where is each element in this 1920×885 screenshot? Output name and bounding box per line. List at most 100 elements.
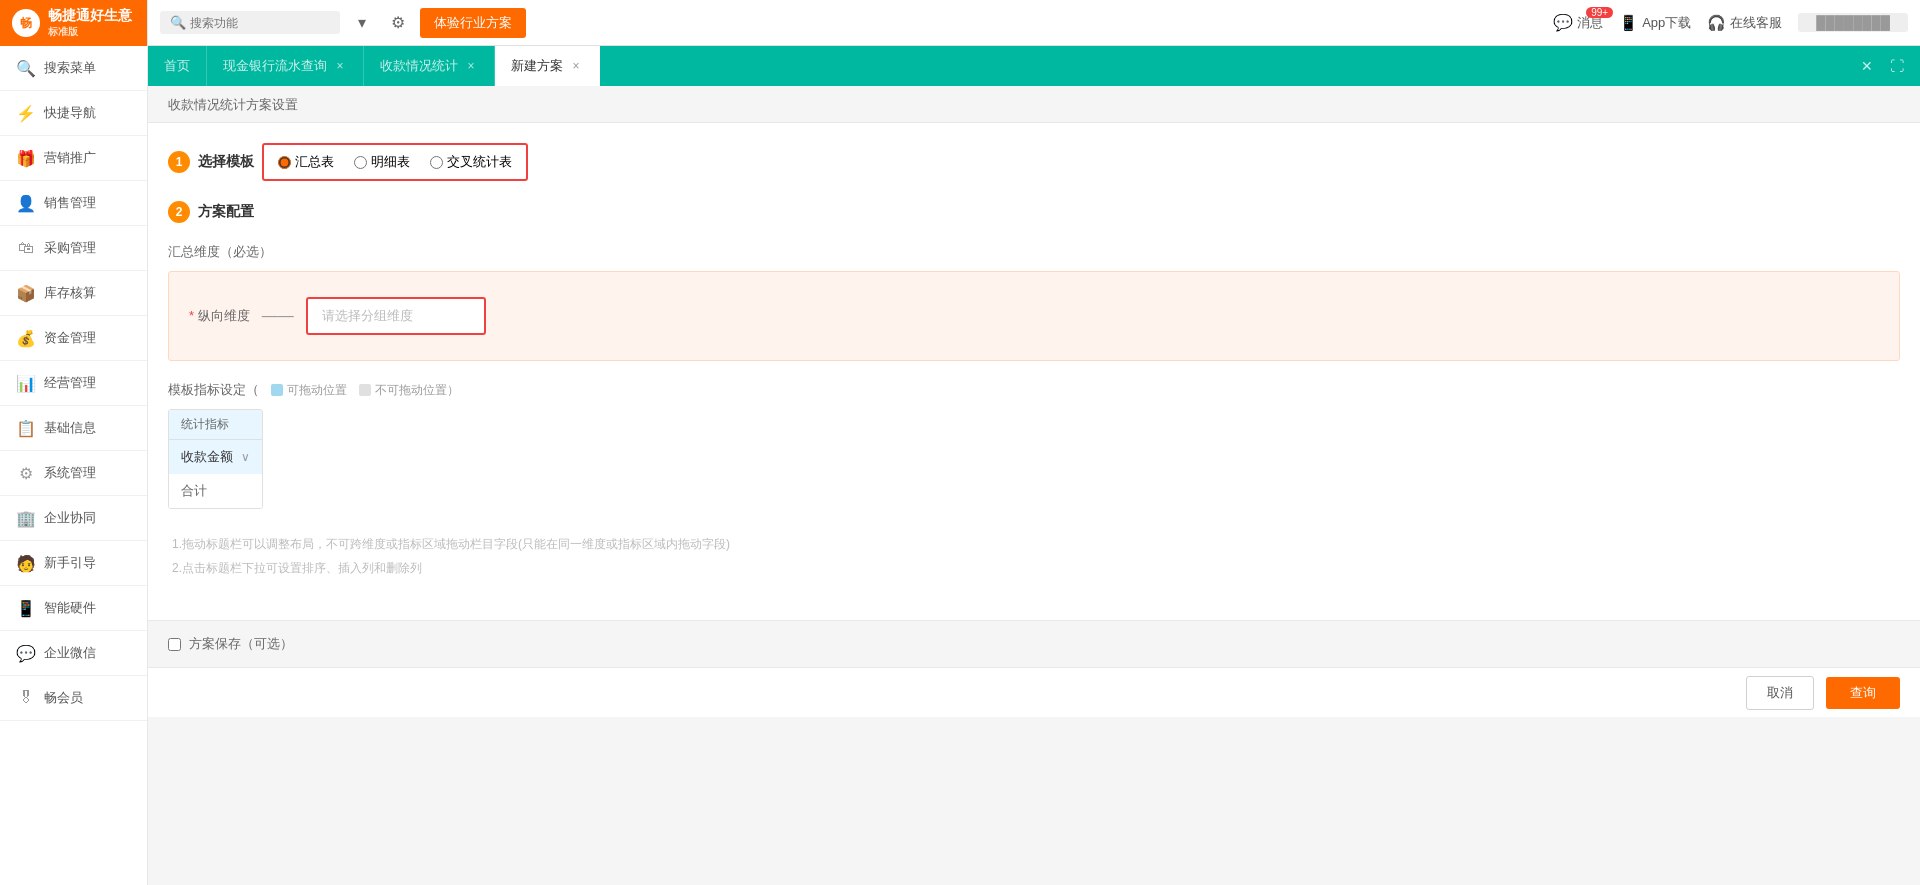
tip-item-2: 2.点击标题栏下拉可设置排序、插入列和删除列 <box>168 556 1900 580</box>
sidebar-item-search-menu[interactable]: 🔍 搜索菜单 <box>0 46 147 91</box>
save-label[interactable]: 方案保存（可选） <box>189 635 293 653</box>
breadcrumb: 收款情况统计方案设置 <box>148 86 1920 123</box>
radio-detail-label: 明细表 <box>371 153 410 171</box>
tab-home[interactable]: 首页 <box>148 46 207 86</box>
stats-col1-cell[interactable]: 收款金额 ∨ <box>169 440 262 474</box>
tab-new-plan-close[interactable]: × <box>569 59 583 73</box>
save-section: 方案保存（可选） <box>148 620 1920 667</box>
sidebar-item-label: 企业微信 <box>44 644 96 662</box>
tab-collection-stats[interactable]: 收款情况统计 × <box>364 46 495 86</box>
sidebar-item-label: 系统管理 <box>44 464 96 482</box>
marketing-icon: 🎁 <box>16 148 36 168</box>
trial-btn[interactable]: 体验行业方案 <box>420 8 526 38</box>
message-btn[interactable]: 💬 消息 99+ <box>1553 13 1603 32</box>
radio-summary[interactable]: 汇总表 <box>278 153 334 171</box>
corp-icon: 🏢 <box>16 508 36 528</box>
quick-nav-icon: ⚡ <box>16 103 36 123</box>
dim-arrow: —— <box>262 307 294 325</box>
topbar-search-box[interactable]: 🔍 <box>160 11 340 34</box>
sidebar-item-quick-nav[interactable]: ⚡ 快捷导航 <box>0 91 147 136</box>
message-badge: 99+ <box>1586 7 1613 18</box>
step2-title: 方案配置 <box>198 203 254 221</box>
sidebar-item-purchase[interactable]: 🛍 采购管理 <box>0 226 147 271</box>
dim-required-mark: * 纵向维度 <box>189 307 250 325</box>
sidebar-item-label: 新手引导 <box>44 554 96 572</box>
step2-num: 2 <box>168 201 190 223</box>
tab-close-icon[interactable]: ✕ <box>1856 55 1878 77</box>
tip-item-1: 1.拖动标题栏可以调整布局，不可跨维度或指标区域拖动栏目字段(只能在同一维度或指… <box>168 532 1900 556</box>
sidebar-item-operation[interactable]: 📊 经营管理 <box>0 361 147 406</box>
content-area: 收款情况统计方案设置 1 选择模板 汇总表 明细表 <box>148 86 1920 885</box>
tab-bank-flow[interactable]: 现金银行流水查询 × <box>207 46 364 86</box>
wechat-icon: 💬 <box>16 643 36 663</box>
radio-detail[interactable]: 明细表 <box>354 153 410 171</box>
radio-cross[interactable]: 交叉统计表 <box>430 153 512 171</box>
topbar-right: 💬 消息 99+ 📱 App下载 🎧 在线客服 ████████ <box>1553 13 1908 32</box>
radio-detail-input[interactable] <box>354 156 367 169</box>
smart-hw-icon: 📱 <box>16 598 36 618</box>
step2-section: 2 方案配置 汇总维度（必选） * 纵向维度 —— 请选择分组维度 <box>168 201 1900 580</box>
footer-bar: 取消 查询 <box>148 667 1920 717</box>
download-btn[interactable]: 📱 App下载 <box>1619 14 1691 32</box>
summary-dim-title: 汇总维度（必选） <box>168 243 1900 261</box>
sidebar-item-member[interactable]: 🎖 畅会员 <box>0 676 147 721</box>
logo-title: 畅捷通好生意 <box>48 7 132 25</box>
search-input[interactable] <box>190 16 320 30</box>
sidebar-item-label: 库存核算 <box>44 284 96 302</box>
stats-col1-text: 收款金额 <box>181 448 233 466</box>
legend-draggable-item: 可拖动位置 <box>271 382 347 399</box>
sidebar-item-corp[interactable]: 🏢 企业协同 <box>0 496 147 541</box>
username-display[interactable]: ████████ <box>1798 15 1908 30</box>
cancel-button[interactable]: 取消 <box>1746 676 1814 710</box>
dimension-area: * 纵向维度 —— 请选择分组维度 <box>168 271 1900 361</box>
download-icon: 📱 <box>1619 14 1638 32</box>
query-button[interactable]: 查询 <box>1826 677 1900 709</box>
sidebar-item-finance[interactable]: 💰 资金管理 <box>0 316 147 361</box>
radio-summary-input[interactable] <box>278 156 291 169</box>
sidebar-item-system[interactable]: ⚙ 系统管理 <box>0 451 147 496</box>
legend-fixed-item: 不可拖动位置） <box>359 382 459 399</box>
radio-cross-label: 交叉统计表 <box>447 153 512 171</box>
sidebar-item-label: 采购管理 <box>44 239 96 257</box>
logo-text-block: 畅捷通好生意 标准版 <box>48 7 132 39</box>
sidebar-logo: 畅 畅捷通好生意 标准版 <box>0 0 147 46</box>
operation-icon: 📊 <box>16 373 36 393</box>
sidebar-item-label: 畅会员 <box>44 689 83 707</box>
main-area: 🔍 ▾ ⚙ 体验行业方案 💬 消息 99+ 📱 App下载 🎧 在线客服 ███… <box>148 0 1920 885</box>
legend-fixed-label: 不可拖动位置） <box>375 382 459 399</box>
sidebar-item-marketing[interactable]: 🎁 营销推广 <box>0 136 147 181</box>
download-label: App下载 <box>1642 14 1691 32</box>
tab-maximize-icon[interactable]: ⛶ <box>1886 55 1908 77</box>
topbar: 🔍 ▾ ⚙ 体验行业方案 💬 消息 99+ 📱 App下载 🎧 在线客服 ███… <box>148 0 1920 46</box>
stats-table: 统计指标 收款金额 ∨ 合计 <box>168 409 263 509</box>
settings-icon[interactable]: ⚙ <box>384 9 412 37</box>
legend-fixed-dot <box>359 384 371 396</box>
sidebar-item-label: 企业协同 <box>44 509 96 527</box>
sidebar: 畅 畅捷通好生意 标准版 🔍 搜索菜单 ⚡ 快捷导航 🎁 营销推广 👤 销售管理… <box>0 0 148 885</box>
dropdown-icon[interactable]: ▾ <box>348 9 376 37</box>
sidebar-item-smart-hw[interactable]: 📱 智能硬件 <box>0 586 147 631</box>
save-checkbox[interactable] <box>168 638 181 651</box>
stats-col1-arrow: ∨ <box>241 450 250 464</box>
tab-bank-flow-close[interactable]: × <box>333 59 347 73</box>
sidebar-item-label: 营销推广 <box>44 149 96 167</box>
search-menu-icon: 🔍 <box>16 58 36 78</box>
step1-title: 选择模板 <box>198 153 254 171</box>
radio-summary-label: 汇总表 <box>295 153 334 171</box>
tab-collection-stats-label: 收款情况统计 <box>380 57 458 75</box>
service-btn[interactable]: 🎧 在线客服 <box>1707 14 1782 32</box>
stats-header: 统计指标 <box>169 410 262 440</box>
sidebar-item-wechat[interactable]: 💬 企业微信 <box>0 631 147 676</box>
sidebar-item-inventory[interactable]: 📦 库存核算 <box>0 271 147 316</box>
dim-placeholder: 请选择分组维度 <box>322 308 413 323</box>
sidebar-item-newbie[interactable]: 🧑 新手引导 <box>0 541 147 586</box>
stats-col2-text: 合计 <box>181 483 207 498</box>
radio-cross-input[interactable] <box>430 156 443 169</box>
tab-collection-stats-close[interactable]: × <box>464 59 478 73</box>
form-section: 1 选择模板 汇总表 明细表 交叉统计表 <box>148 123 1920 620</box>
logo-badge: 标准版 <box>48 25 132 39</box>
dim-select-box[interactable]: 请选择分组维度 <box>306 297 486 335</box>
sidebar-item-sales[interactable]: 👤 销售管理 <box>0 181 147 226</box>
tab-new-plan[interactable]: 新建方案 × <box>495 46 600 86</box>
sidebar-item-basic-info[interactable]: 📋 基础信息 <box>0 406 147 451</box>
